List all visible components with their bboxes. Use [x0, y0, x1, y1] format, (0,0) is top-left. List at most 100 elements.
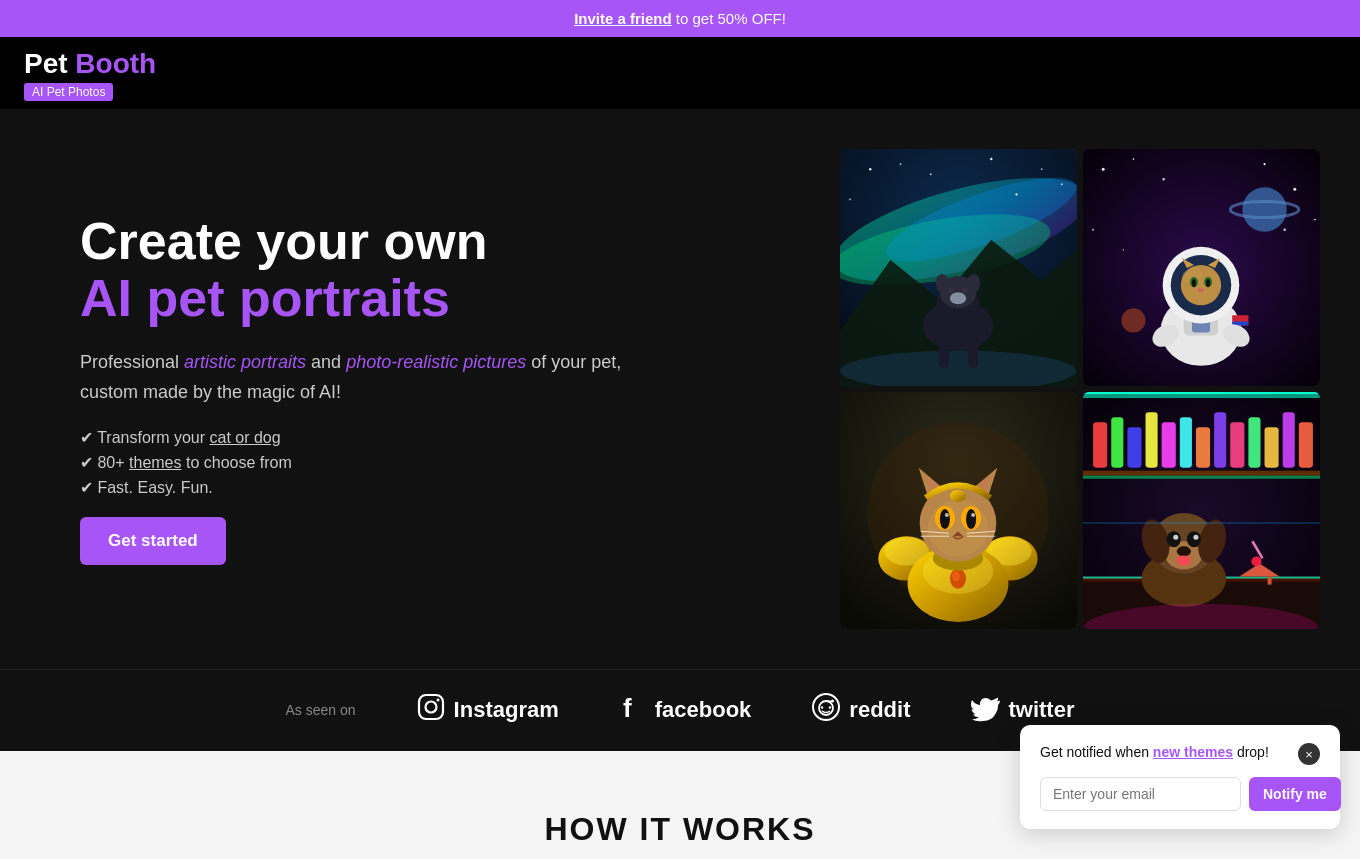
hero-img-dog-aurora [840, 149, 1077, 386]
svg-point-30 [1314, 219, 1316, 221]
twitter-label: twitter [1008, 697, 1074, 723]
hero-img-dog-bar [1083, 392, 1320, 629]
notify-submit-button[interactable]: Notify me [1249, 777, 1341, 811]
twitter-logo[interactable]: twitter [970, 692, 1074, 729]
svg-point-26 [1133, 158, 1135, 160]
notify-popup: Get notified when new themes drop! × Not… [1020, 725, 1340, 829]
svg-point-6 [930, 173, 932, 175]
bullet-3: ✔ Fast. Easy. Fun. [80, 478, 800, 497]
svg-point-78 [945, 513, 949, 517]
svg-point-36 [1121, 308, 1145, 332]
hero-section: Create your own AI pet portraits Profess… [0, 109, 1360, 669]
notify-close-button[interactable]: × [1298, 743, 1320, 765]
svg-point-117 [1173, 535, 1178, 540]
logo-subtitle: AI Pet Photos [24, 83, 113, 101]
svg-point-68 [928, 500, 989, 556]
hero-img-cat-astronaut [1083, 149, 1320, 386]
navbar: Pet Booth AI Pet Photos [0, 37, 1360, 109]
svg-point-5 [900, 163, 902, 165]
hero-desc-prefix: Professional [80, 352, 184, 372]
svg-point-32 [1123, 249, 1124, 250]
svg-point-28 [1264, 163, 1266, 165]
svg-point-20 [948, 287, 954, 293]
svg-point-120 [1177, 555, 1191, 565]
svg-rect-100 [1299, 422, 1313, 467]
hero-subtitle: AI pet portraits [80, 270, 800, 327]
notify-text: Get notified when new themes drop! [1040, 743, 1269, 763]
svg-rect-90 [1127, 427, 1141, 467]
instagram-logo[interactable]: Instagram [416, 692, 559, 729]
svg-point-31 [1092, 228, 1094, 230]
svg-point-25 [1102, 167, 1105, 170]
svg-text:f: f [623, 693, 632, 721]
svg-point-4 [869, 168, 871, 170]
logo-booth: Booth [75, 48, 156, 79]
svg-rect-107 [1268, 576, 1272, 584]
svg-point-29 [1293, 188, 1296, 191]
bullet-2: ✔ 80+ themes to choose from [80, 453, 800, 472]
svg-rect-52 [1232, 315, 1248, 318]
promo-banner: Invite a friend to get 50% OFF! [0, 0, 1360, 37]
facebook-icon: f [619, 693, 647, 728]
svg-rect-89 [1111, 417, 1123, 467]
svg-point-127 [813, 694, 839, 720]
svg-rect-88 [1093, 422, 1107, 467]
hero-desc-and: and [306, 352, 346, 372]
svg-point-9 [1061, 183, 1063, 185]
notify-form: Notify me [1040, 777, 1320, 811]
reddit-logo[interactable]: reddit [811, 692, 910, 729]
new-themes-link[interactable]: new themes [1153, 744, 1233, 760]
svg-rect-95 [1214, 412, 1226, 467]
hero-img-cat-armor [840, 392, 1077, 629]
get-started-button[interactable]: Get started [80, 517, 226, 565]
logo[interactable]: Pet Booth AI Pet Photos [24, 49, 156, 101]
svg-point-77 [966, 509, 976, 529]
notify-email-input[interactable] [1040, 777, 1241, 811]
svg-point-48 [1192, 279, 1196, 287]
svg-rect-99 [1283, 412, 1295, 467]
svg-rect-93 [1180, 417, 1192, 467]
invite-link[interactable]: Invite a friend [574, 10, 672, 27]
svg-point-33 [1283, 228, 1285, 230]
svg-point-65 [952, 571, 960, 581]
logo-text: Pet Booth [24, 49, 156, 80]
svg-point-11 [1015, 193, 1017, 195]
hero-bullets: ✔ Transform your cat or dog ✔ 80+ themes… [80, 428, 800, 497]
themes-link[interactable]: themes [129, 454, 181, 471]
svg-rect-91 [1146, 412, 1158, 467]
svg-point-21 [962, 287, 968, 293]
svg-line-132 [826, 701, 832, 702]
svg-point-79 [971, 513, 975, 517]
facebook-label: facebook [655, 697, 752, 723]
svg-rect-94 [1196, 427, 1210, 467]
svg-point-10 [849, 198, 851, 200]
svg-rect-92 [1162, 422, 1176, 467]
twitter-icon [970, 692, 1000, 729]
facebook-logo[interactable]: f facebook [619, 693, 752, 728]
reddit-icon [811, 692, 841, 729]
svg-point-118 [1193, 535, 1198, 540]
hero-left: Create your own AI pet portraits Profess… [80, 213, 800, 566]
svg-rect-97 [1248, 417, 1260, 467]
banner-text: to get 50% OFF! [672, 10, 786, 27]
svg-point-116 [1187, 531, 1201, 547]
svg-rect-96 [1230, 422, 1244, 467]
svg-rect-22 [939, 342, 949, 367]
svg-point-124 [425, 701, 436, 712]
svg-point-50 [1198, 288, 1204, 292]
svg-point-8 [1041, 168, 1043, 170]
hero-title: Create your own [80, 213, 800, 270]
svg-rect-123 [419, 695, 443, 719]
bullet-1: ✔ Transform your cat or dog [80, 428, 800, 447]
svg-point-108 [1251, 556, 1261, 566]
instagram-icon [416, 692, 446, 729]
svg-point-7 [990, 158, 992, 160]
svg-point-130 [829, 706, 831, 708]
svg-point-34 [1242, 187, 1286, 231]
svg-point-49 [1206, 279, 1210, 287]
svg-rect-98 [1265, 427, 1279, 467]
cat-or-dog-link[interactable]: cat or dog [209, 429, 280, 446]
reddit-label: reddit [849, 697, 910, 723]
notify-header: Get notified when new themes drop! × [1040, 743, 1320, 765]
svg-point-115 [1167, 531, 1181, 547]
